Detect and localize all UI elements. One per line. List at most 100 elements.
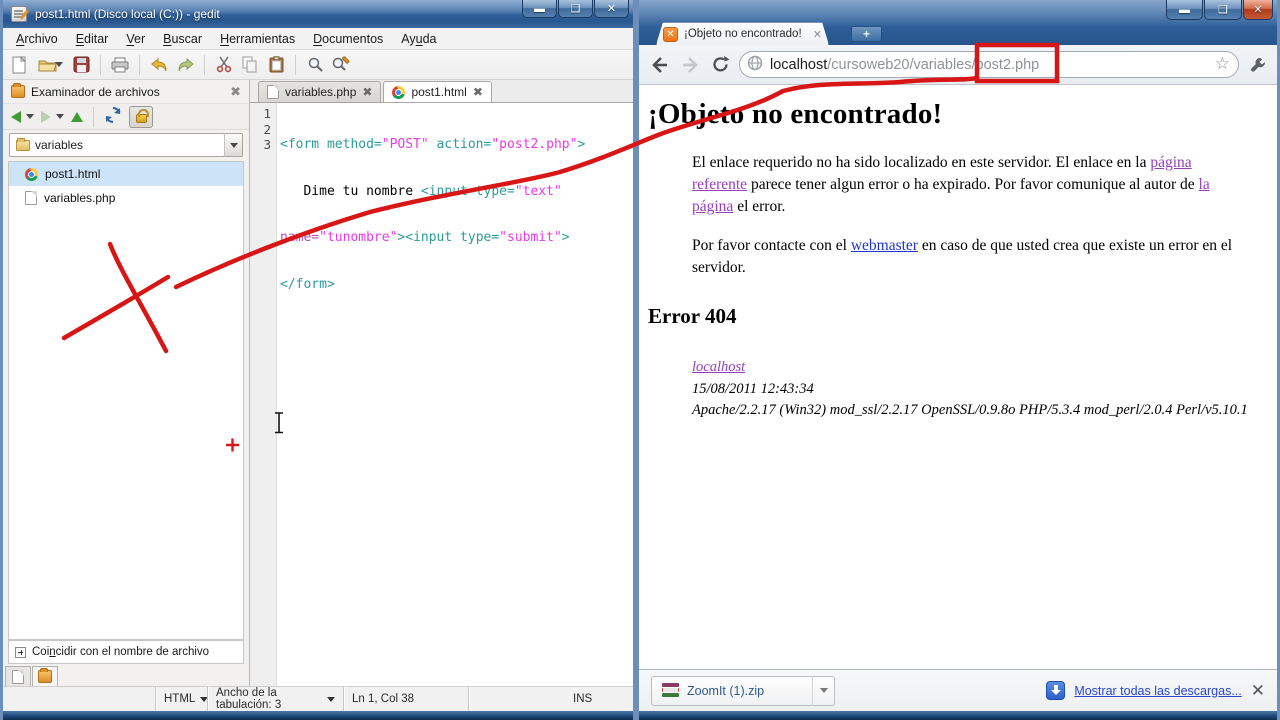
location-combobox[interactable]: variables xyxy=(9,133,225,157)
address-bar[interactable]: localhost/cursoweb20/variables/post2.php… xyxy=(739,51,1239,78)
open-icon[interactable] xyxy=(35,55,65,75)
timestamp: 15/08/2011 12:43:34 xyxy=(692,380,814,397)
side-panel-header: Examinador de archivos ✖ xyxy=(3,80,249,103)
editor-area: variables.php ✖ post1.html ✖ 1 2 3 <form… xyxy=(250,80,633,686)
window-border xyxy=(639,711,1277,720)
toolbar-separator xyxy=(93,106,94,127)
browser-tab[interactable]: ✕ ¡Objeto no encontrado! ✕ xyxy=(656,22,829,45)
menu-herramientas[interactable]: Herramientas xyxy=(211,29,304,49)
expander-plus-icon[interactable] xyxy=(15,646,26,658)
close-button[interactable]: ✕ xyxy=(1243,0,1273,20)
chrome-toolbar: localhost/cursoweb20/variables/post2.php… xyxy=(639,45,1277,85)
forward-icon[interactable] xyxy=(41,110,51,123)
forward-dropdown-icon[interactable] xyxy=(56,114,64,119)
cut-icon[interactable] xyxy=(214,55,234,75)
language-combo[interactable]: HTML xyxy=(155,687,209,711)
wrench-menu-icon[interactable] xyxy=(1247,54,1269,76)
up-icon[interactable] xyxy=(71,111,83,122)
menu-documentos[interactable]: Documentos xyxy=(304,29,392,49)
undo-icon[interactable] xyxy=(149,55,169,75)
back-icon[interactable] xyxy=(649,54,671,76)
maximize-button[interactable]: ❑ xyxy=(1204,0,1242,20)
code-area[interactable]: 1 2 3 <form method="POST" action="post2.… xyxy=(250,102,633,686)
new-document-icon[interactable] xyxy=(9,55,29,75)
menu-archivo[interactable]: Archivo xyxy=(7,29,67,49)
error-code-heading: Error 404 xyxy=(648,304,737,328)
new-tab-button[interactable]: + xyxy=(851,26,882,42)
close-panel-icon[interactable]: ✖ xyxy=(230,85,241,98)
gedit-menubar: Archivo Editar Ver Buscar Herramientas D… xyxy=(3,28,633,50)
close-tab-icon[interactable]: ✕ xyxy=(813,28,822,41)
show-all-downloads-link[interactable]: Mostrar todas las descargas... xyxy=(1074,684,1241,698)
forward-icon[interactable] xyxy=(679,54,701,76)
server-signature: Apache/2.2.17 (Win32) mod_ssl/2.2.17 Ope… xyxy=(692,402,1248,418)
file-row-post1[interactable]: post1.html xyxy=(9,162,243,186)
find-icon[interactable] xyxy=(305,55,325,75)
back-dropdown-icon[interactable] xyxy=(26,114,34,119)
error-paragraph-2: Por favor contacte con el webmaster en c… xyxy=(692,237,1233,276)
chrome-titlebar[interactable]: ▬ ❑ ✕ ✕ ¡Objeto no encontrado! ✕ + xyxy=(639,0,1277,45)
paste-icon[interactable] xyxy=(266,55,286,75)
refresh-icon[interactable] xyxy=(709,54,731,76)
back-icon[interactable] xyxy=(11,110,21,123)
code-line: Dime tu nombre <input type="text" xyxy=(280,184,633,200)
globe-icon xyxy=(747,55,763,74)
gedit-window: post1.html (Disco local (C:)) - gedit ▬ … xyxy=(0,0,636,720)
match-filename-toggle[interactable]: Coincidir con el nombre de archivo xyxy=(8,640,244,664)
file-browser-icon xyxy=(38,668,52,683)
bookmark-star-icon[interactable]: ☆ xyxy=(1215,56,1230,73)
menu-buscar[interactable]: Buscar xyxy=(154,29,211,49)
download-item-button[interactable]: ZoomIt (1).zip xyxy=(651,675,835,706)
menu-ayuda[interactable]: Ayuda xyxy=(392,29,445,49)
menu-editar[interactable]: Editar xyxy=(67,29,118,49)
code-token: "post2.php" xyxy=(491,137,578,152)
open-dropdown-icon[interactable] xyxy=(54,62,63,67)
webmaster-link[interactable]: webmaster xyxy=(851,237,918,254)
location-row: variables xyxy=(3,130,249,160)
save-icon[interactable] xyxy=(71,55,91,75)
copy-icon[interactable] xyxy=(240,55,260,75)
print-icon[interactable] xyxy=(110,55,130,75)
url-text[interactable]: localhost/cursoweb20/variables/post2.php xyxy=(770,57,1208,73)
gedit-titlebar[interactable]: post1.html (Disco local (C:)) - gedit ▬ … xyxy=(3,0,633,28)
code-line: </form> xyxy=(280,277,633,293)
code-token: <input type= xyxy=(405,230,500,245)
url-host: localhost xyxy=(770,56,828,73)
file-list: post1.html variables.php xyxy=(8,161,244,640)
minimize-button[interactable]: ▬ xyxy=(522,0,557,18)
bookmark-lock-button[interactable] xyxy=(129,105,153,128)
close-tab-icon[interactable]: ✖ xyxy=(362,85,372,99)
redo-icon[interactable] xyxy=(175,55,195,75)
toolbar-separator xyxy=(139,54,140,75)
menu-ver[interactable]: Ver xyxy=(117,29,154,49)
close-tab-icon[interactable]: ✖ xyxy=(473,85,483,99)
download-item-menu[interactable] xyxy=(812,675,834,706)
line-number: 3 xyxy=(263,137,271,152)
find-replace-icon[interactable] xyxy=(331,55,351,75)
code-token: action= xyxy=(428,137,492,152)
documents-panel-tab[interactable] xyxy=(5,666,31,686)
refresh-icon[interactable] xyxy=(104,106,122,127)
code-text[interactable]: <form method="POST" action="post2.php"> … xyxy=(277,103,633,686)
tab-variables-php[interactable]: variables.php ✖ xyxy=(258,81,382,102)
tab-title: ¡Objeto no encontrado! xyxy=(684,28,802,40)
tab-post1-html[interactable]: post1.html ✖ xyxy=(383,81,492,102)
file-browser-icon xyxy=(11,83,25,98)
file-browser-panel-tab[interactable] xyxy=(32,666,58,686)
statusbar-spacer xyxy=(3,687,155,711)
chevron-down-icon xyxy=(819,688,828,693)
maximize-button[interactable]: ❑ xyxy=(558,0,593,18)
file-name: variables.php xyxy=(44,191,116,205)
close-button[interactable]: ✕ xyxy=(594,0,629,18)
localhost-link[interactable]: localhost xyxy=(692,359,745,375)
close-download-bar-icon[interactable]: ✕ xyxy=(1251,682,1265,699)
file-icon xyxy=(25,191,37,205)
file-row-variables[interactable]: variables.php xyxy=(9,186,243,210)
tab-width-combo[interactable]: Ancho de la tabulación: 3 xyxy=(207,687,343,711)
gedit-window-controls: ▬ ❑ ✕ xyxy=(521,0,629,18)
location-dropdown-button[interactable] xyxy=(224,133,243,157)
line-number: 2 xyxy=(263,121,271,137)
gedit-statusbar: HTML Ancho de la tabulación: 3 Ln 1, Col… xyxy=(3,686,633,711)
cursor-position: Ln 1, Col 38 xyxy=(343,687,468,711)
minimize-button[interactable]: ▬ xyxy=(1166,0,1203,20)
